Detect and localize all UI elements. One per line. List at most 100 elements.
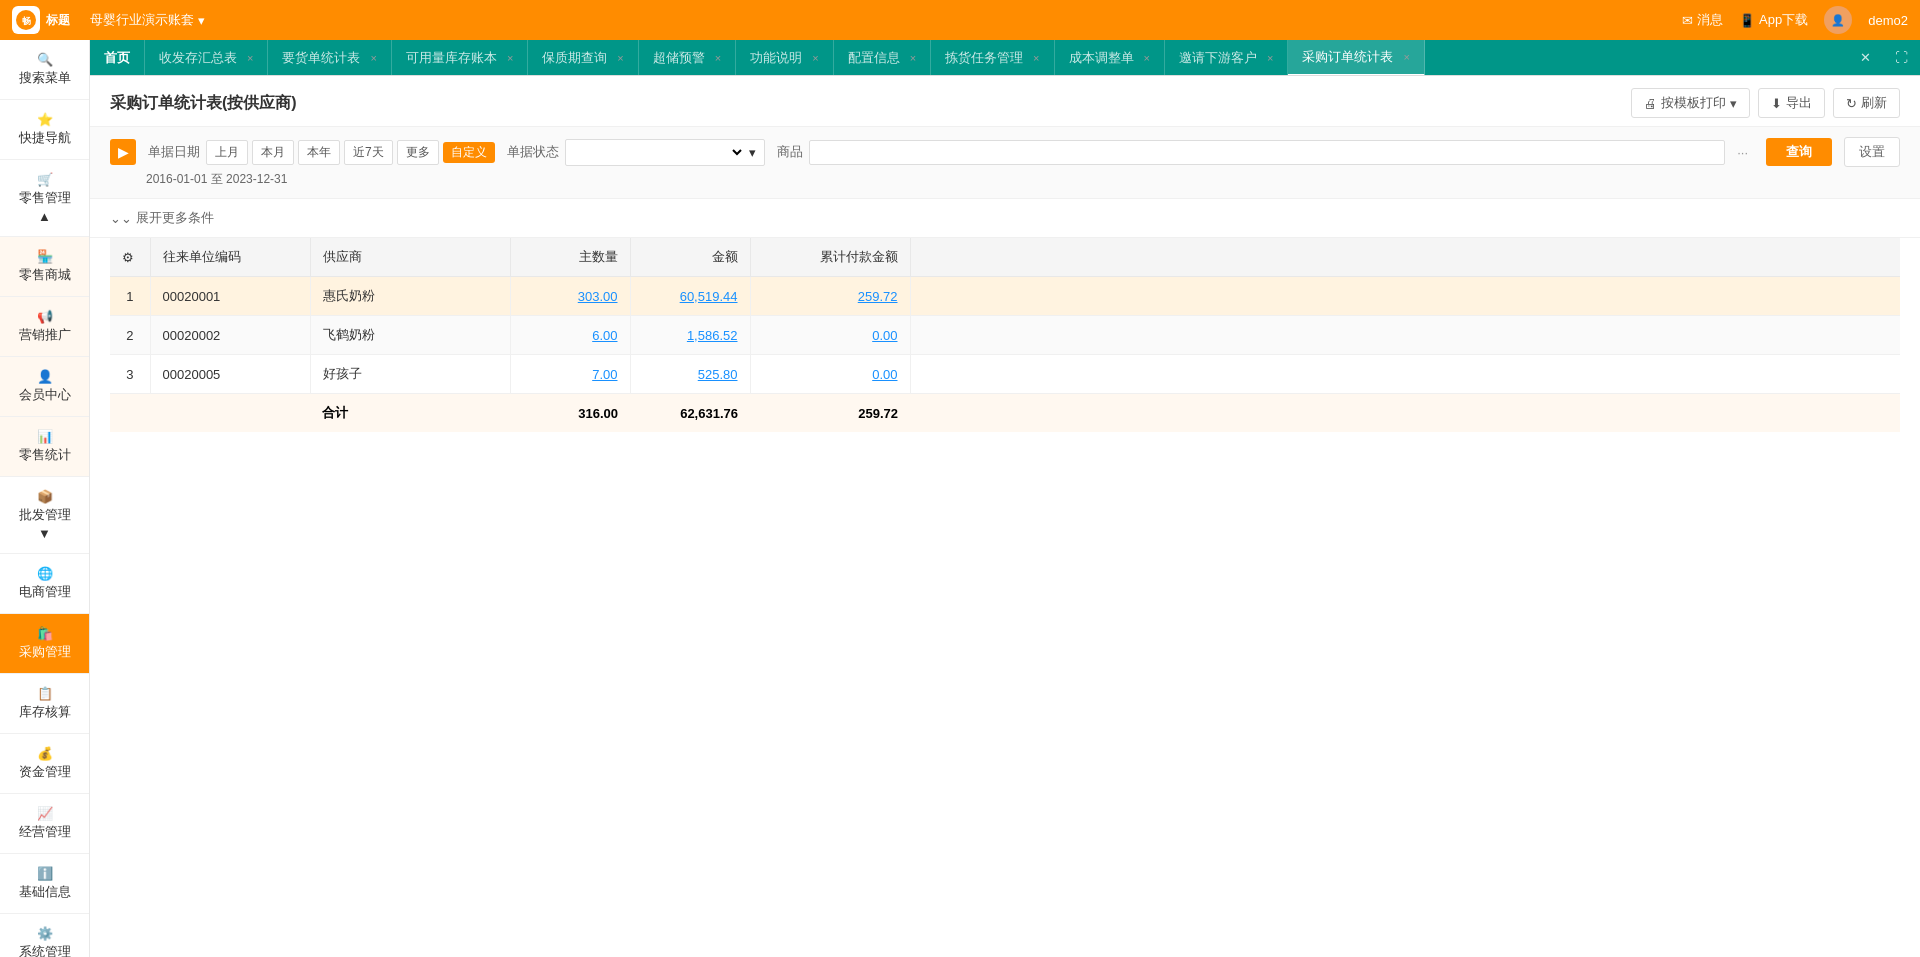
close-overstock[interactable]: × xyxy=(715,52,721,64)
sidebar-item-ecommerce[interactable]: 🌐 电商管理 xyxy=(0,554,89,614)
close-income-expense[interactable]: × xyxy=(247,52,253,64)
tab-shelf-life[interactable]: 保质期查询 × xyxy=(528,40,638,75)
tab-home[interactable]: 首页 xyxy=(90,40,145,75)
row-num-2: 2 xyxy=(110,316,150,355)
refresh-icon: ↻ xyxy=(1846,96,1857,111)
supplier-2: 飞鹤奶粉 xyxy=(310,316,510,355)
workspace-arrow: ▾ xyxy=(198,13,205,28)
col-settings[interactable]: ⚙ xyxy=(110,238,150,277)
tab-income-expense[interactable]: 收发存汇总表 × xyxy=(145,40,268,75)
sidebar-item-member[interactable]: 👤 会员中心 xyxy=(0,357,89,417)
print-button[interactable]: 🖨 按模板打印 ▾ xyxy=(1631,88,1750,118)
table-container: ⚙ 往来单位编码 供应商 主数量 金额 累计付款金额 1 00020001 xyxy=(90,238,1920,432)
logo-icon: 畅 xyxy=(12,6,40,34)
custom-date-badge[interactable]: 自定义 xyxy=(443,142,495,163)
sidebar-label-inventory: 库存核算 xyxy=(19,703,71,721)
status-select[interactable]: ▾ xyxy=(565,139,765,166)
settings-label: 设置 xyxy=(1859,144,1885,159)
date-btn-7days[interactable]: 近7天 xyxy=(344,140,393,165)
sidebar-label-search: 搜索菜单 xyxy=(19,69,71,87)
retail-arrow: ▲ xyxy=(38,209,51,224)
tab-function[interactable]: 功能说明 × xyxy=(736,40,833,75)
col-quantity: 主数量 xyxy=(510,238,630,277)
query-button[interactable]: 查询 xyxy=(1766,138,1832,166)
status-filter-label: 单据状态 xyxy=(507,143,559,161)
footer-extra xyxy=(910,394,1900,433)
sidebar-item-search[interactable]: 🔍 搜索菜单 xyxy=(0,40,89,100)
quantity-2: 6.00 xyxy=(510,316,630,355)
finance-icon: 💰 xyxy=(37,746,53,761)
col-supplier: 供应商 xyxy=(310,238,510,277)
export-label: 导出 xyxy=(1786,94,1812,112)
sidebar-item-system[interactable]: ⚙️ 系统管理 xyxy=(0,914,89,957)
top-bar-right: ✉ 消息 📱 App下载 👤 demo2 xyxy=(1682,6,1908,34)
sidebar-item-wholesale[interactable]: 📦 批发管理 ▼ xyxy=(0,477,89,554)
close-cost-adjust[interactable]: × xyxy=(1144,52,1150,64)
tab-picking[interactable]: 拣货任务管理 × xyxy=(931,40,1054,75)
sidebar-item-purchase[interactable]: 🛍️ 采购管理 xyxy=(0,614,89,674)
sidebar-item-marketing[interactable]: 📢 营销推广 xyxy=(0,297,89,357)
tab-config[interactable]: 配置信息 × xyxy=(834,40,931,75)
close-shelf-life[interactable]: × xyxy=(617,52,623,64)
close-goods-stat[interactable]: × xyxy=(370,52,376,64)
close-invite-customer[interactable]: × xyxy=(1267,52,1273,64)
tab-config-label: 配置信息 xyxy=(848,49,900,67)
sidebar-item-retail[interactable]: 🛒 零售管理 ▲ xyxy=(0,160,89,237)
tab-close-btn[interactable]: ✕ xyxy=(1848,40,1883,76)
tab-overstock[interactable]: 超储预警 × xyxy=(639,40,736,75)
sidebar-item-finance[interactable]: 💰 资金管理 xyxy=(0,734,89,794)
tab-available-stock[interactable]: 可用量库存账本 × xyxy=(392,40,528,75)
user-name[interactable]: demo2 xyxy=(1868,13,1908,28)
goods-more-icon[interactable]: ··· xyxy=(1731,145,1754,160)
tab-invite-customer[interactable]: 邀请下游客户 × xyxy=(1165,40,1288,75)
quantity-3: 7.00 xyxy=(510,355,630,394)
page-title: 采购订单统计表(按供应商) xyxy=(110,93,297,114)
sidebar-item-operations[interactable]: 📈 经营管理 xyxy=(0,794,89,854)
sidebar-item-basic[interactable]: ℹ️ 基础信息 xyxy=(0,854,89,914)
tab-restore-btn[interactable]: ⛶ xyxy=(1883,40,1920,76)
col-partner-code: 往来单位编码 xyxy=(150,238,310,277)
message-button[interactable]: ✉ 消息 xyxy=(1682,11,1723,29)
sidebar-label-purchase: 采购管理 xyxy=(19,643,71,661)
export-button[interactable]: ⬇ 导出 xyxy=(1758,88,1825,118)
date-btn-more[interactable]: 更多 xyxy=(397,140,439,165)
nav-tabs: 首页 收发存汇总表 × 要货单统计表 × 可用量库存账本 × 保质期查询 × 超… xyxy=(90,40,1920,76)
sidebar-item-inventory[interactable]: 📋 库存核算 xyxy=(0,674,89,734)
retail-icon: 🛒 xyxy=(37,172,53,187)
refresh-button[interactable]: ↻ 刷新 xyxy=(1833,88,1900,118)
date-btn-thismonth[interactable]: 本月 xyxy=(252,140,294,165)
tab-goods-stat-label: 要货单统计表 xyxy=(282,49,360,67)
app-download-button[interactable]: 📱 App下载 xyxy=(1739,11,1808,29)
date-btn-thisyear[interactable]: 本年 xyxy=(298,140,340,165)
filter-toggle-btn[interactable]: ▶ xyxy=(110,139,136,165)
tab-cost-adjust[interactable]: 成本调整单 × xyxy=(1055,40,1165,75)
date-btn-lastmonth[interactable]: 上月 xyxy=(206,140,248,165)
expand-more-btn[interactable]: ⌄⌄ 展开更多条件 xyxy=(110,205,214,231)
settings-button[interactable]: 设置 xyxy=(1844,137,1900,167)
workspace-selector[interactable]: 母婴行业演示账套 ▾ xyxy=(82,7,213,33)
footer-amount: 62,631.76 xyxy=(630,394,750,433)
purchase-icon: 🛍️ xyxy=(37,626,53,641)
goods-input[interactable] xyxy=(809,140,1725,165)
close-picking[interactable]: × xyxy=(1033,52,1039,64)
print-label: 按模板打印 xyxy=(1661,94,1726,112)
tab-purchase-stat[interactable]: 采购订单统计表 × xyxy=(1288,40,1424,76)
sidebar-item-retailstat[interactable]: 📊 零售统计 xyxy=(0,417,89,477)
status-dropdown[interactable] xyxy=(574,144,745,161)
sidebar-label-marketing: 营销推广 xyxy=(19,326,71,344)
sidebar-item-retailshop[interactable]: 🏪 零售商城 xyxy=(0,237,89,297)
close-available-stock[interactable]: × xyxy=(507,52,513,64)
expand-icon: ⌄⌄ xyxy=(110,211,132,226)
col-extra xyxy=(910,238,1900,277)
sidebar-label-retailshop: 零售商城 xyxy=(19,266,71,284)
close-function[interactable]: × xyxy=(812,52,818,64)
member-icon: 👤 xyxy=(37,369,53,384)
user-avatar[interactable]: 👤 xyxy=(1824,6,1852,34)
col-amount: 金额 xyxy=(630,238,750,277)
sidebar-item-quicknav[interactable]: ⭐ 快捷导航 xyxy=(0,100,89,160)
svg-text:畅: 畅 xyxy=(22,16,31,26)
paid-amount-2: 0.00 xyxy=(750,316,910,355)
close-purchase-stat[interactable]: × xyxy=(1403,51,1409,63)
close-config[interactable]: × xyxy=(910,52,916,64)
tab-goods-stat[interactable]: 要货单统计表 × xyxy=(268,40,391,75)
